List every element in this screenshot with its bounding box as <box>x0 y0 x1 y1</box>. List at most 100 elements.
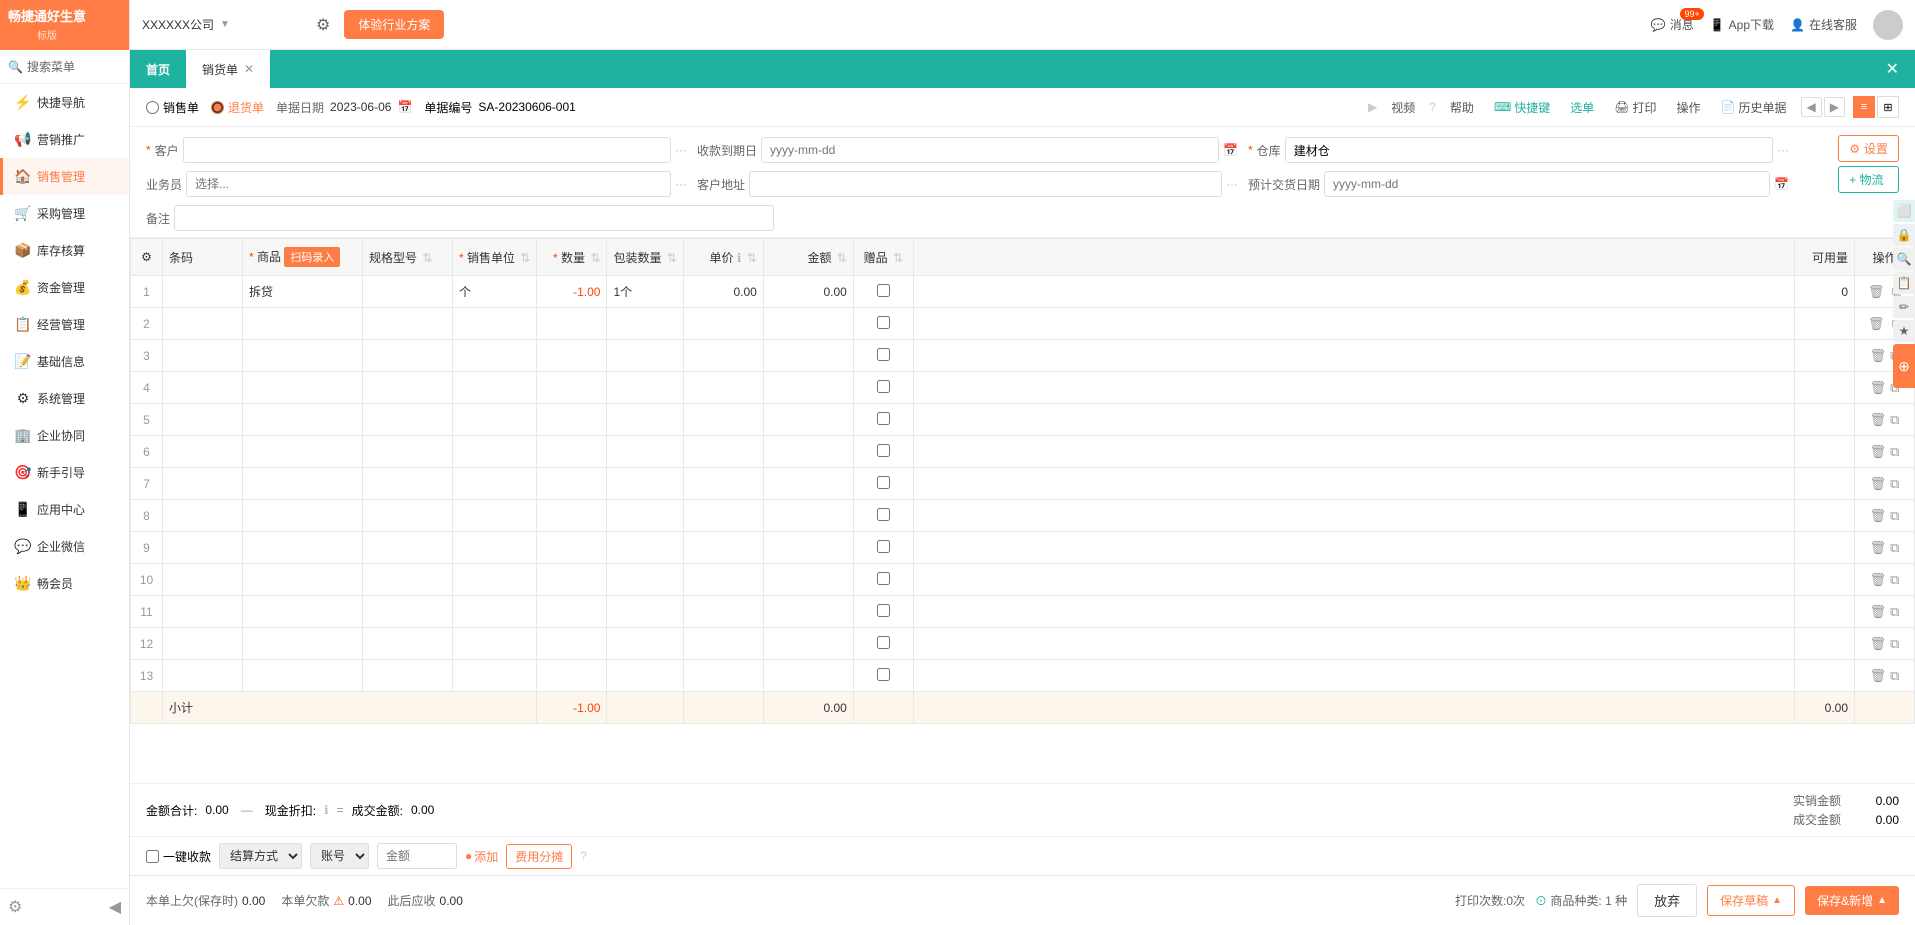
gift-checkbox[interactable] <box>877 444 890 457</box>
row-qty[interactable]: -1.00 <box>537 276 607 308</box>
float-btn-4[interactable]: 📋 <box>1893 272 1915 294</box>
tab-sales-order[interactable]: 销货单 ✕ <box>186 50 270 88</box>
payment-amount-input[interactable] <box>377 843 457 869</box>
gift-checkbox[interactable] <box>877 668 890 681</box>
product-type-icon[interactable]: ⊙ <box>1535 894 1547 908</box>
salesperson-dots[interactable]: ··· <box>675 177 687 191</box>
delete-icon[interactable]: 🗑 <box>1868 284 1885 299</box>
save-draft-button[interactable]: 保存草稿 ▲ <box>1707 885 1795 916</box>
topbar-message[interactable]: 💬 消息 99+ <box>1651 16 1694 33</box>
customer-input[interactable] <box>183 137 671 163</box>
gift-checkbox[interactable] <box>877 540 890 553</box>
sidebar-item-basic[interactable]: 📝 基础信息 <box>0 343 129 380</box>
gift-checkbox[interactable] <box>877 604 890 617</box>
gift-checkbox[interactable] <box>877 476 890 489</box>
delete-icon[interactable]: 🗑 <box>1870 476 1887 491</box>
copy-icon[interactable]: ⧉ <box>1890 636 1899 651</box>
copy-icon[interactable]: ⧉ <box>1890 572 1899 587</box>
radio-sales[interactable]: 销售单 <box>146 99 199 116</box>
sidebar-item-wecom[interactable]: 💬 企业微信 <box>0 528 129 565</box>
sidebar-item-purchase[interactable]: 🛒 采购管理 <box>0 195 129 232</box>
float-btn-orange[interactable]: ⊕ <box>1893 344 1915 388</box>
gift-checkbox[interactable] <box>877 636 890 649</box>
row-price[interactable]: 0.00 <box>683 276 763 308</box>
shortcut-btn[interactable]: ⌨ 快捷键 <box>1488 97 1556 118</box>
float-btn-2[interactable]: 🔒 <box>1893 224 1915 246</box>
receipt-date-calendar-icon[interactable]: 📅 <box>1223 143 1238 157</box>
close-tab-icon[interactable]: ✕ <box>1886 61 1899 78</box>
select-btn[interactable]: 选单 <box>1564 97 1600 118</box>
topbar-service[interactable]: 👤 在线客服 <box>1790 16 1857 33</box>
delivery-date-input[interactable] <box>1324 171 1770 197</box>
delete-icon[interactable]: 🗑 <box>1870 636 1887 651</box>
delete-icon[interactable]: 🗑 <box>1870 412 1887 427</box>
delivery-date-calendar-icon[interactable]: 📅 <box>1774 177 1789 191</box>
topbar-avatar[interactable] <box>1873 10 1903 40</box>
delete-icon[interactable]: 🗑 <box>1868 316 1885 331</box>
video-btn[interactable]: 视频 <box>1385 97 1421 118</box>
print-btn[interactable]: 🖨 打印 <box>1608 97 1662 118</box>
gift-checkbox[interactable] <box>877 572 890 585</box>
radio-sales-input[interactable] <box>146 101 159 114</box>
delete-icon[interactable]: 🗑 <box>1870 444 1887 459</box>
copy-icon[interactable]: ⧉ <box>1890 444 1899 459</box>
sidebar-settings-icon[interactable]: ⚙ <box>8 897 22 917</box>
copy-icon[interactable]: ⧉ <box>1890 412 1899 427</box>
help-btn[interactable]: 帮助 <box>1444 97 1480 118</box>
total-due-warn[interactable]: ⚠ <box>333 894 344 908</box>
gift-checkbox[interactable] <box>877 508 890 521</box>
operate-btn[interactable]: 操作 <box>1671 97 1707 118</box>
copy-icon[interactable]: ⧉ <box>1890 604 1899 619</box>
gift-checkbox[interactable] <box>877 316 890 329</box>
discard-button[interactable]: 放弃 <box>1637 884 1697 917</box>
note-input[interactable] <box>174 205 774 231</box>
sidebar-item-quick-nav[interactable]: ⚡ 快捷导航 <box>0 84 129 121</box>
float-btn-5[interactable]: ✏ <box>1893 296 1915 318</box>
copy-icon[interactable]: ⧉ <box>1890 668 1899 683</box>
row-gift[interactable] <box>853 276 913 308</box>
sidebar-item-enterprise[interactable]: 🏢 企业协同 <box>0 417 129 454</box>
radio-return[interactable]: 退货单 <box>211 99 264 116</box>
row-goods[interactable]: 拆贷 <box>243 276 363 308</box>
float-btn-1[interactable]: ⬜ <box>1893 200 1915 222</box>
date-calendar-icon[interactable]: 📅 <box>397 100 412 114</box>
sidebar-item-marketing[interactable]: 📢 营销推广 <box>0 121 129 158</box>
float-btn-3[interactable]: 🔍 <box>1893 248 1915 270</box>
settings-btn[interactable]: ⚙ ⚙ 设置 设置 <box>1838 135 1899 162</box>
float-btn-6[interactable]: ★ <box>1893 320 1915 342</box>
delete-icon[interactable]: 🗑 <box>1870 540 1887 555</box>
sidebar-item-inventory[interactable]: 📦 库存核算 <box>0 232 129 269</box>
copy-icon[interactable]: ⧉ <box>1890 476 1899 491</box>
help-icon[interactable]: ? <box>580 849 587 863</box>
tab-close-icon[interactable]: ✕ <box>244 62 254 76</box>
sidebar-collapse-icon[interactable]: ◀ <box>109 897 121 917</box>
account-select[interactable]: 账号 <box>310 843 369 869</box>
row-amount[interactable]: 0.00 <box>763 276 853 308</box>
topbar-app-download[interactable]: 📱 App下载 <box>1710 16 1774 33</box>
delete-icon[interactable]: 🗑 <box>1870 604 1887 619</box>
gift-checkbox[interactable] <box>877 348 890 361</box>
delete-icon[interactable]: 🗑 <box>1870 668 1887 683</box>
warehouse-input[interactable] <box>1285 137 1773 163</box>
sidebar-item-business[interactable]: 📋 经营管理 <box>0 306 129 343</box>
one-click-payment[interactable]: 一键收款 <box>146 848 211 865</box>
gift-checkbox[interactable] <box>877 380 890 393</box>
copy-icon[interactable]: ⧉ <box>1890 540 1899 555</box>
sidebar-item-apps[interactable]: 📱 应用中心 <box>0 491 129 528</box>
sidebar-item-sales[interactable]: 🏠 销售管理 <box>0 158 129 195</box>
tab-home[interactable]: 首页 <box>130 50 186 88</box>
radio-return-input[interactable] <box>211 101 224 114</box>
payment-method-select[interactable]: 结算方式 <box>219 843 302 869</box>
price-info-icon[interactable]: ℹ <box>737 251 742 265</box>
next-arrow[interactable]: ▶ <box>1824 97 1845 117</box>
history-btn[interactable]: 📄 历史单据 <box>1715 97 1793 118</box>
list-view-btn[interactable]: ≡ <box>1853 96 1875 118</box>
add-payment-btn[interactable]: ● 添加 <box>465 848 498 865</box>
customer-dots[interactable]: ··· <box>675 143 687 157</box>
discount-info-icon[interactable]: ℹ <box>324 803 329 817</box>
expense-split-btn[interactable]: 费用分摊 <box>506 844 572 869</box>
scan-button[interactable]: 扫码录入 <box>284 247 340 267</box>
receipt-date-input[interactable] <box>761 137 1219 163</box>
sidebar-item-capital[interactable]: 💰 资金管理 <box>0 269 129 306</box>
delete-icon[interactable]: 🗑 <box>1870 348 1887 363</box>
